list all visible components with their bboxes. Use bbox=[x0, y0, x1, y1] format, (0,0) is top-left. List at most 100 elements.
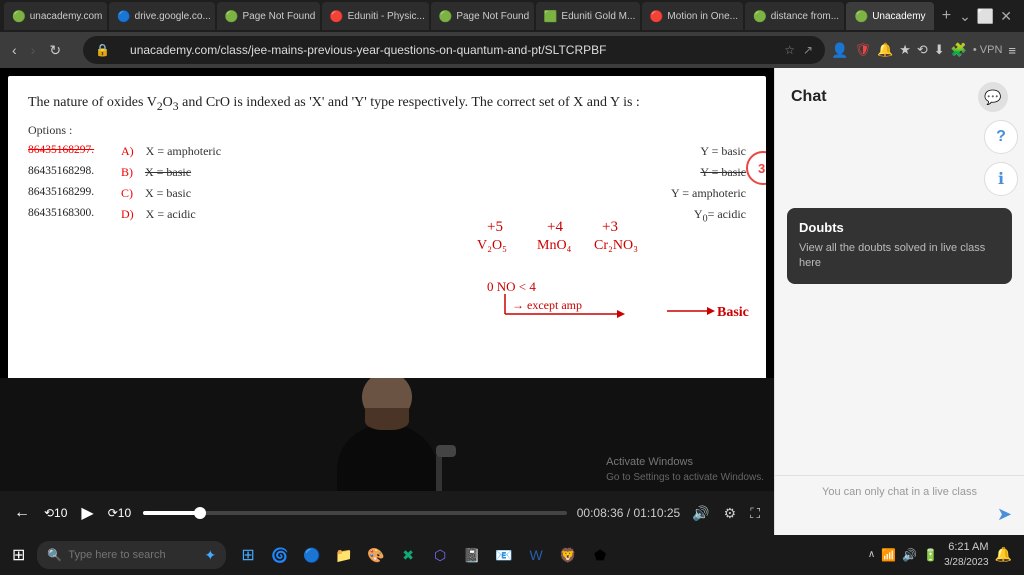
svg-text:Cr₂NO₃: Cr₂NO₃ bbox=[594, 238, 638, 253]
play-button[interactable]: ▶ bbox=[79, 501, 95, 525]
activate-windows-title: Activate Windows bbox=[606, 454, 764, 471]
options-label: Options : bbox=[28, 123, 746, 138]
sparkle-icon: ✦ bbox=[204, 547, 216, 564]
menu-icon[interactable]: ≡ bbox=[1008, 43, 1016, 58]
address-bar[interactable] bbox=[118, 37, 776, 63]
chat-header: Chat 💬 bbox=[775, 68, 1024, 120]
option-c-id: 86435168299. bbox=[28, 186, 113, 198]
new-tab-button[interactable]: + bbox=[936, 7, 957, 25]
option-a: 86435168297. A) X = amphoteric Y = basic bbox=[28, 144, 746, 159]
volume-button[interactable]: 🔊 bbox=[690, 503, 711, 524]
extensions-icon[interactable]: 🧩 bbox=[951, 42, 967, 58]
tray-notification[interactable]: 🔔 bbox=[995, 546, 1012, 563]
minimize-button[interactable]: ⌄ bbox=[959, 8, 971, 25]
chat-footer-text: You can only chat in a live class bbox=[787, 486, 1012, 498]
taskbar-brave[interactable]: 🦁 bbox=[554, 541, 582, 569]
doubts-title: Doubts bbox=[799, 220, 1000, 235]
slide-question: The nature of oxides V2O3 and CrO is ind… bbox=[28, 92, 746, 115]
browser-actions: 👤 🛡 🔔 ★ ⟲ ⬇ 🧩 • VPN ≡ bbox=[831, 42, 1016, 59]
taskbar-icons: ⊞ 🌀 🔵 📁 🎨 ✖ ⬡ 📓 📧 W 🦁 ⬟ bbox=[234, 541, 614, 569]
tab-favicon: 🟢 bbox=[225, 10, 239, 23]
taskbar-chrome[interactable]: 🔵 bbox=[298, 541, 326, 569]
tab-notfound2[interactable]: 🟢 Page Not Found ✕ bbox=[431, 2, 534, 30]
tab-unacademy-active[interactable]: 🟢 Unacademy ✕ bbox=[846, 2, 933, 30]
profile-icon[interactable]: 👤 bbox=[831, 42, 848, 59]
tray-network[interactable]: 📶 bbox=[881, 548, 896, 562]
refresh-button[interactable]: ↻ bbox=[45, 40, 65, 61]
option-b-id: 86435168298. bbox=[28, 165, 113, 177]
taskbar-outlook[interactable]: 📧 bbox=[490, 541, 518, 569]
restore-button[interactable]: ⬜ bbox=[977, 8, 994, 25]
tab-drive[interactable]: 🔵 drive.google.co... ✕ bbox=[109, 2, 215, 30]
vpn-label: • VPN bbox=[973, 44, 1003, 56]
clock-date: 3/28/2023 bbox=[944, 556, 989, 570]
system-tray: ∧ 📶 🔊 🔋 6:21 AM 3/28/2023 🔔 bbox=[860, 540, 1020, 569]
share-icon[interactable]: ↗ bbox=[803, 43, 813, 57]
downloads-icon[interactable]: ⬇ bbox=[934, 42, 945, 58]
option-d-y: Y0= acidic bbox=[694, 207, 746, 224]
bookmark-icon[interactable]: ☆ bbox=[784, 43, 795, 57]
activate-windows-overlay: Activate Windows Go to Settings to activ… bbox=[596, 454, 774, 486]
fullscreen-button[interactable]: ⛶ bbox=[748, 503, 762, 524]
clock-time: 6:21 AM bbox=[944, 540, 989, 555]
info-icon: ℹ bbox=[998, 169, 1004, 189]
tray-caret[interactable]: ∧ bbox=[868, 549, 875, 560]
svg-text:MnO₄: MnO₄ bbox=[537, 238, 572, 253]
progress-bar[interactable] bbox=[143, 511, 567, 515]
rewind-button[interactable]: ← bbox=[12, 502, 32, 524]
time-display: 00:08:36 / 01:10:25 bbox=[577, 506, 680, 520]
tab-eduniti[interactable]: 🔴 Eduniti - Physic... ✕ bbox=[322, 2, 429, 30]
option-c-y: Y = amphoteric bbox=[671, 186, 746, 201]
tab-eduniti-gold[interactable]: 🟩 Eduniti Gold M... ✕ bbox=[536, 2, 640, 30]
history-icon[interactable]: ⟲ bbox=[917, 42, 928, 58]
taskbar-paint[interactable]: 🎨 bbox=[362, 541, 390, 569]
tab-notfound1[interactable]: 🟢 Page Not Found ✕ bbox=[217, 2, 320, 30]
shield-icon: 🛡 bbox=[855, 42, 872, 58]
back-button[interactable]: ‹ bbox=[8, 40, 21, 60]
total-time: 01:10:25 bbox=[633, 506, 680, 520]
option-a-label: A) bbox=[121, 144, 134, 159]
option-c-x: X = basic bbox=[145, 186, 191, 201]
taskbar-word[interactable]: W bbox=[522, 541, 550, 569]
taskbar-excel[interactable]: ✖ bbox=[394, 541, 422, 569]
svg-text:Basic: Basic bbox=[717, 305, 749, 320]
search-input[interactable] bbox=[68, 549, 198, 561]
taskbar-onenote[interactable]: 📓 bbox=[458, 541, 486, 569]
info-button[interactable]: ℹ bbox=[984, 162, 1018, 196]
svg-text:0 NO < 4: 0 NO < 4 bbox=[487, 279, 536, 294]
option-a-x: X = amphoteric bbox=[146, 144, 221, 159]
search-box[interactable]: 🔍 ✦ bbox=[37, 541, 226, 569]
start-button[interactable]: ⊞ bbox=[4, 541, 33, 569]
svg-text:V₂O₅: V₂O₅ bbox=[477, 238, 507, 253]
taskbar-explorer[interactable]: 📁 bbox=[330, 541, 358, 569]
taskbar-app2[interactable]: ⬟ bbox=[586, 541, 614, 569]
tab-distance[interactable]: 🟢 distance from... ✕ bbox=[745, 2, 844, 30]
option-a-y: Y = basic bbox=[700, 144, 746, 159]
question-icon: ? bbox=[996, 128, 1006, 146]
rewind10-button[interactable]: ⟲10 bbox=[42, 504, 69, 522]
settings-button[interactable]: ⚙ bbox=[722, 503, 739, 524]
taskbar-edge[interactable]: 🌀 bbox=[266, 541, 294, 569]
forward-button[interactable]: › bbox=[27, 40, 40, 60]
progress-thumb[interactable] bbox=[194, 507, 206, 519]
tray-battery[interactable]: 🔋 bbox=[923, 548, 938, 562]
taskbar-multitask[interactable]: ⊞ bbox=[234, 541, 262, 569]
option-d-id: 86435168300. bbox=[28, 207, 113, 219]
close-button[interactable]: ✕ bbox=[1000, 8, 1012, 25]
tab-motion[interactable]: 🔴 Motion in One... ✕ bbox=[642, 2, 743, 30]
send-button[interactable]: ➤ bbox=[997, 504, 1012, 525]
forward10-button[interactable]: ⟳10 bbox=[106, 504, 133, 522]
taskbar-teams[interactable]: ⬡ bbox=[426, 541, 454, 569]
video-content: The nature of oxides V2O3 and CrO is ind… bbox=[0, 68, 774, 491]
tray-volume[interactable]: 🔊 bbox=[902, 548, 917, 562]
tab-favicon: 🔴 bbox=[330, 10, 344, 23]
chat-settings-button[interactable]: 💬 bbox=[978, 82, 1008, 112]
video-area: The nature of oxides V2O3 and CrO is ind… bbox=[0, 68, 774, 535]
notification-icon[interactable]: 🔔 bbox=[877, 42, 893, 58]
clock[interactable]: 6:21 AM 3/28/2023 bbox=[944, 540, 989, 569]
option-c-label: C) bbox=[121, 186, 133, 201]
tab-favicon: 🟢 bbox=[753, 10, 767, 23]
question-mark-button[interactable]: ? bbox=[984, 120, 1018, 154]
tab-unacademy[interactable]: 🟢 unacademy.com ✕ bbox=[4, 2, 107, 30]
bookmark-list-icon[interactable]: ★ bbox=[899, 42, 911, 58]
